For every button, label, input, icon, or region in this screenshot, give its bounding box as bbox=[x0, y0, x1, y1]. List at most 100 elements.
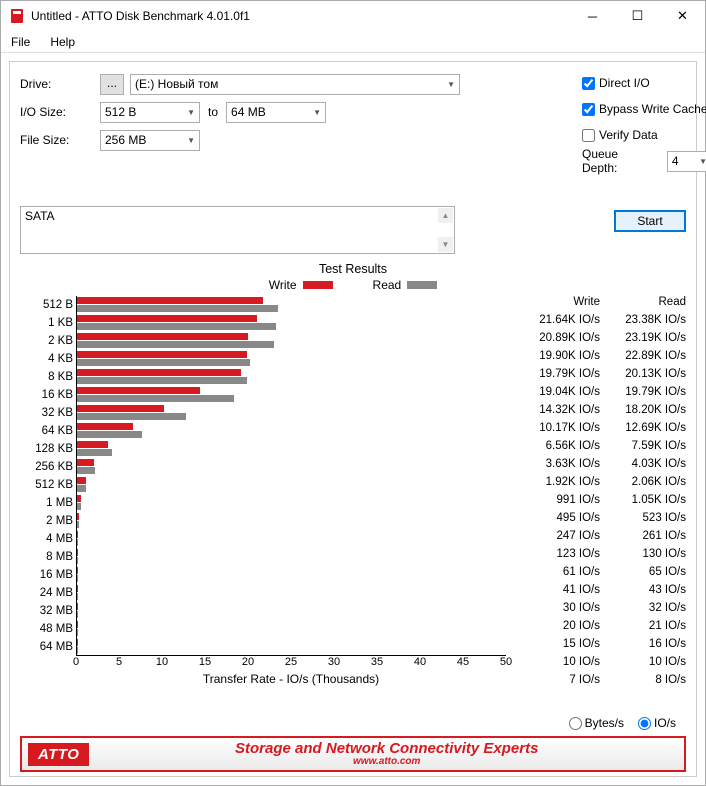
values-table: WriteRead 21.64K IO/s23.38K IO/s20.89K I… bbox=[510, 296, 686, 710]
menu-help[interactable]: Help bbox=[46, 33, 79, 51]
x-tick: 15 bbox=[199, 656, 211, 668]
value-read: 7.59K IO/s bbox=[600, 440, 686, 458]
value-read: 43 IO/s bbox=[600, 584, 686, 602]
chevron-down-icon: ▼ bbox=[187, 108, 195, 117]
iosize-to-combo[interactable]: 64 MB▼ bbox=[226, 102, 326, 123]
chevron-down-icon: ▼ bbox=[447, 80, 455, 89]
bar-write bbox=[77, 369, 241, 376]
value-read: 22.89K IO/s bbox=[600, 350, 686, 368]
filesize-combo[interactable]: 256 MB▼ bbox=[100, 130, 200, 151]
value-write: 41 IO/s bbox=[514, 584, 600, 602]
value-read: 261 IO/s bbox=[600, 530, 686, 548]
value-write: 7 IO/s bbox=[514, 674, 600, 692]
message-text: SATA bbox=[25, 209, 55, 223]
iosize-from-combo[interactable]: 512 B▼ bbox=[100, 102, 200, 123]
x-tick: 0 bbox=[73, 656, 79, 668]
value-write: 10.17K IO/s bbox=[514, 422, 600, 440]
y-tick: 64 MB bbox=[20, 638, 73, 656]
atto-banner[interactable]: ATTO Storage and Network Connectivity Ex… bbox=[20, 736, 686, 772]
y-tick: 8 KB bbox=[20, 368, 73, 386]
y-tick: 48 MB bbox=[20, 620, 73, 638]
value-read: 10 IO/s bbox=[600, 656, 686, 674]
y-tick: 512 B bbox=[20, 296, 73, 314]
legend-read-swatch bbox=[407, 281, 437, 289]
bar-read bbox=[77, 449, 112, 456]
x-tick: 50 bbox=[500, 656, 512, 668]
scroll-down-icon[interactable]: ▼ bbox=[438, 237, 453, 252]
x-axis-label: Transfer Rate - IO/s (Thousands) bbox=[76, 672, 506, 686]
bar-read bbox=[77, 341, 274, 348]
bar-write bbox=[77, 441, 108, 448]
ios-radio[interactable] bbox=[638, 717, 651, 730]
bar-read bbox=[77, 395, 234, 402]
bar-write bbox=[77, 495, 81, 502]
value-write: 991 IO/s bbox=[514, 494, 600, 512]
start-button[interactable]: Start bbox=[614, 210, 686, 232]
y-tick: 2 MB bbox=[20, 512, 73, 530]
bar-read bbox=[77, 485, 86, 492]
value-read: 4.03K IO/s bbox=[600, 458, 686, 476]
value-write: 19.04K IO/s bbox=[514, 386, 600, 404]
chevron-down-icon: ▼ bbox=[699, 157, 706, 166]
menu-file[interactable]: File bbox=[7, 33, 34, 51]
app-window: Untitled - ATTO Disk Benchmark 4.01.0f1 … bbox=[0, 0, 706, 786]
value-write: 10 IO/s bbox=[514, 656, 600, 674]
minimize-button[interactable]: ─ bbox=[570, 1, 615, 31]
y-tick: 32 KB bbox=[20, 404, 73, 422]
window-title: Untitled - ATTO Disk Benchmark 4.01.0f1 bbox=[31, 9, 570, 23]
qd-combo[interactable]: 4▼ bbox=[667, 151, 706, 172]
chevron-down-icon: ▼ bbox=[187, 136, 195, 145]
bar-write bbox=[77, 459, 94, 466]
bar-write bbox=[77, 387, 200, 394]
value-read: 21 IO/s bbox=[600, 620, 686, 638]
y-tick: 64 KB bbox=[20, 422, 73, 440]
x-tick: 10 bbox=[156, 656, 168, 668]
close-button[interactable]: ✕ bbox=[660, 1, 705, 31]
bypass-checkbox[interactable] bbox=[582, 103, 595, 116]
y-tick: 32 MB bbox=[20, 602, 73, 620]
value-write: 1.92K IO/s bbox=[514, 476, 600, 494]
bar-read bbox=[77, 323, 276, 330]
maximize-button[interactable]: ☐ bbox=[615, 1, 660, 31]
bar-read bbox=[77, 413, 186, 420]
x-tick: 30 bbox=[328, 656, 340, 668]
x-tick: 45 bbox=[457, 656, 469, 668]
value-write: 495 IO/s bbox=[514, 512, 600, 530]
value-read: 18.20K IO/s bbox=[600, 404, 686, 422]
message-box[interactable]: SATA ▲ ▼ bbox=[20, 206, 455, 254]
bar-read bbox=[77, 557, 78, 564]
y-tick: 4 MB bbox=[20, 530, 73, 548]
iosize-label: I/O Size: bbox=[20, 105, 100, 119]
value-write: 20.89K IO/s bbox=[514, 332, 600, 350]
y-tick: 8 MB bbox=[20, 548, 73, 566]
bar-read bbox=[77, 305, 278, 312]
value-read: 20.13K IO/s bbox=[600, 368, 686, 386]
filesize-label: File Size: bbox=[20, 133, 100, 147]
drive-browse-button[interactable]: ... bbox=[100, 74, 124, 95]
scroll-up-icon[interactable]: ▲ bbox=[438, 208, 453, 223]
to-label: to bbox=[208, 105, 218, 119]
bytes-radio[interactable] bbox=[569, 717, 582, 730]
legend-write-swatch bbox=[303, 281, 333, 289]
value-write: 30 IO/s bbox=[514, 602, 600, 620]
value-read: 23.19K IO/s bbox=[600, 332, 686, 350]
direct-io-checkbox[interactable] bbox=[582, 77, 595, 90]
x-tick: 20 bbox=[242, 656, 254, 668]
drive-combo[interactable]: (E:) Новый том▼ bbox=[130, 74, 460, 95]
bar-write bbox=[77, 423, 133, 430]
value-write: 6.56K IO/s bbox=[514, 440, 600, 458]
chart: 512 B1 KB2 KB4 KB8 KB16 KB32 KB64 KB128 … bbox=[20, 296, 506, 656]
value-write: 21.64K IO/s bbox=[514, 314, 600, 332]
main-panel: Drive: ... (E:) Новый том▼ I/O Size: 512… bbox=[9, 61, 697, 777]
x-tick: 25 bbox=[285, 656, 297, 668]
value-read: 16 IO/s bbox=[600, 638, 686, 656]
verify-checkbox[interactable] bbox=[582, 129, 595, 142]
y-tick: 1 MB bbox=[20, 494, 73, 512]
bar-read bbox=[77, 377, 247, 384]
value-read: 130 IO/s bbox=[600, 548, 686, 566]
results-title: Test Results bbox=[20, 262, 686, 276]
bar-write bbox=[77, 315, 257, 322]
y-tick: 2 KB bbox=[20, 332, 73, 350]
qd-label: Queue Depth: bbox=[582, 147, 655, 175]
y-tick: 16 KB bbox=[20, 386, 73, 404]
